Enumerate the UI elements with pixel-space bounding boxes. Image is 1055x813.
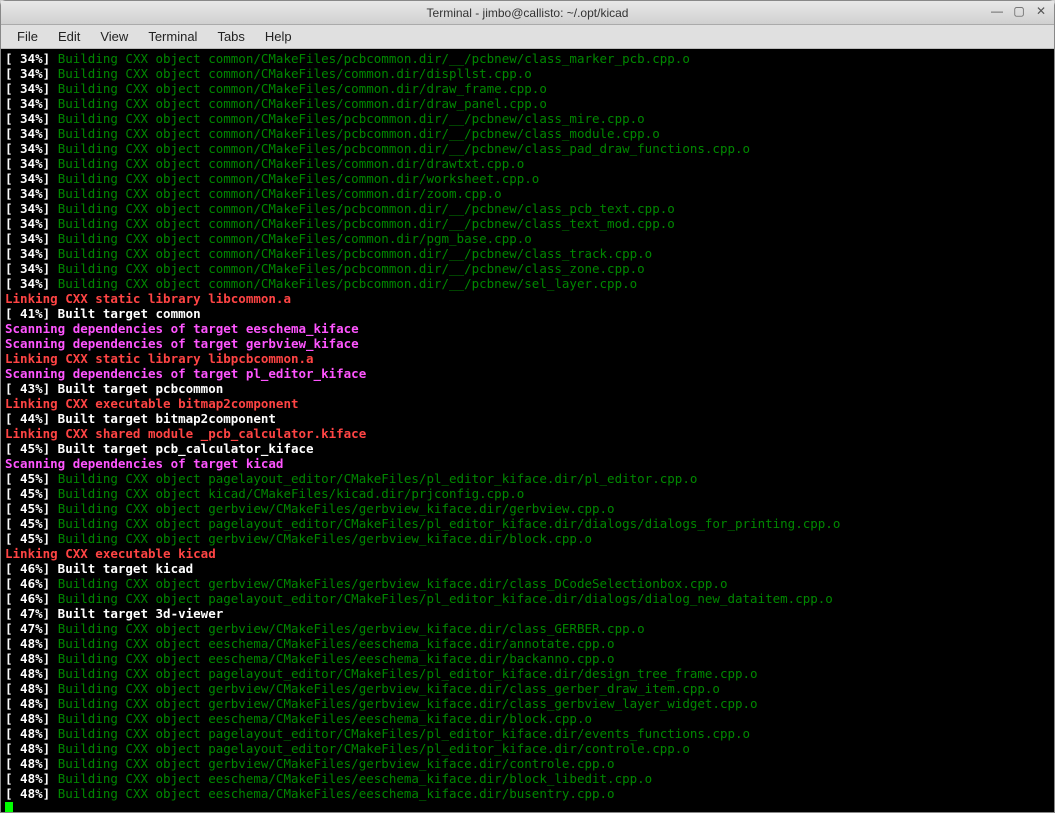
terminal-line: [ 45%] Built target pcb_calculator_kifac… [5, 441, 1050, 456]
terminal-line: [ 48%] Building CXX object gerbview/CMak… [5, 756, 1050, 771]
window-controls: — ▢ ✕ [990, 4, 1048, 18]
terminal-line: [ 48%] Building CXX object gerbview/CMak… [5, 696, 1050, 711]
menu-edit[interactable]: Edit [48, 26, 90, 47]
terminal-line: Linking CXX shared module _pcb_calculato… [5, 426, 1050, 441]
terminal-line: [ 48%] Building CXX object gerbview/CMak… [5, 681, 1050, 696]
titlebar[interactable]: Terminal - jimbo@callisto: ~/.opt/kicad … [1, 1, 1054, 25]
terminal-line: Linking CXX executable kicad [5, 546, 1050, 561]
menu-terminal[interactable]: Terminal [138, 26, 207, 47]
terminal-line: [ 44%] Built target bitmap2component [5, 411, 1050, 426]
terminal-line: [ 45%] Building CXX object gerbview/CMak… [5, 501, 1050, 516]
terminal-line: [ 34%] Building CXX object common/CMakeF… [5, 66, 1050, 81]
terminal-line: [ 46%] Building CXX object pagelayout_ed… [5, 591, 1050, 606]
terminal-line: Linking CXX executable bitmap2component [5, 396, 1050, 411]
maximize-icon[interactable]: ▢ [1012, 4, 1026, 18]
terminal-line: [ 48%] Building CXX object pagelayout_ed… [5, 726, 1050, 741]
terminal-line: [ 41%] Built target common [5, 306, 1050, 321]
terminal-line: Linking CXX static library libcommon.a [5, 291, 1050, 306]
terminal-line: [ 34%] Building CXX object common/CMakeF… [5, 51, 1050, 66]
terminal-line: Scanning dependencies of target eeschema… [5, 321, 1050, 336]
terminal-line: [ 34%] Building CXX object common/CMakeF… [5, 261, 1050, 276]
terminal-line: [ 34%] Building CXX object common/CMakeF… [5, 276, 1050, 291]
terminal-line: Linking CXX static library libpcbcommon.… [5, 351, 1050, 366]
cursor-icon [5, 802, 13, 812]
terminal-line: [ 48%] Building CXX object eeschema/CMak… [5, 771, 1050, 786]
menu-help[interactable]: Help [255, 26, 302, 47]
terminal-line: [ 48%] Building CXX object pagelayout_ed… [5, 666, 1050, 681]
terminal-line: [ 45%] Building CXX object kicad/CMakeFi… [5, 486, 1050, 501]
terminal-line: [ 34%] Building CXX object common/CMakeF… [5, 81, 1050, 96]
terminal-line: [ 34%] Building CXX object common/CMakeF… [5, 186, 1050, 201]
terminal-line: [ 45%] Building CXX object gerbview/CMak… [5, 531, 1050, 546]
terminal-line: [ 47%] Built target 3d-viewer [5, 606, 1050, 621]
menu-tabs[interactable]: Tabs [207, 26, 254, 47]
terminal-line: [ 48%] Building CXX object pagelayout_ed… [5, 741, 1050, 756]
window-title: Terminal - jimbo@callisto: ~/.opt/kicad [427, 6, 629, 20]
terminal-line: [ 34%] Building CXX object common/CMakeF… [5, 156, 1050, 171]
terminal-line: [ 34%] Building CXX object common/CMakeF… [5, 216, 1050, 231]
terminal-line: [ 46%] Building CXX object gerbview/CMak… [5, 576, 1050, 591]
terminal-line: [ 47%] Building CXX object gerbview/CMak… [5, 621, 1050, 636]
terminal-line: Scanning dependencies of target kicad [5, 456, 1050, 471]
terminal-line: [ 34%] Building CXX object common/CMakeF… [5, 111, 1050, 126]
terminal-line: [ 48%] Building CXX object eeschema/CMak… [5, 711, 1050, 726]
terminal-cursor-line [5, 801, 1050, 812]
terminal-line: [ 45%] Building CXX object pagelayout_ed… [5, 516, 1050, 531]
terminal-line: [ 45%] Building CXX object pagelayout_ed… [5, 471, 1050, 486]
menubar: File Edit View Terminal Tabs Help [1, 25, 1054, 49]
terminal-line: [ 34%] Building CXX object common/CMakeF… [5, 231, 1050, 246]
terminal-line: [ 34%] Building CXX object common/CMakeF… [5, 171, 1050, 186]
terminal-line: [ 34%] Building CXX object common/CMakeF… [5, 201, 1050, 216]
terminal-line: [ 34%] Building CXX object common/CMakeF… [5, 126, 1050, 141]
terminal-line: [ 46%] Built target kicad [5, 561, 1050, 576]
terminal-line: [ 34%] Building CXX object common/CMakeF… [5, 96, 1050, 111]
terminal-line: Scanning dependencies of target pl_edito… [5, 366, 1050, 381]
minimize-icon[interactable]: — [990, 4, 1004, 18]
close-icon[interactable]: ✕ [1034, 4, 1048, 18]
terminal-line: [ 34%] Building CXX object common/CMakeF… [5, 141, 1050, 156]
terminal-line: [ 43%] Built target pcbcommon [5, 381, 1050, 396]
terminal-output[interactable]: [ 34%] Building CXX object common/CMakeF… [1, 49, 1054, 812]
terminal-line: [ 48%] Building CXX object eeschema/CMak… [5, 786, 1050, 801]
terminal-line: [ 34%] Building CXX object common/CMakeF… [5, 246, 1050, 261]
terminal-line: [ 48%] Building CXX object eeschema/CMak… [5, 636, 1050, 651]
terminal-line: Scanning dependencies of target gerbview… [5, 336, 1050, 351]
terminal-line: [ 48%] Building CXX object eeschema/CMak… [5, 651, 1050, 666]
menu-view[interactable]: View [90, 26, 138, 47]
menu-file[interactable]: File [7, 26, 48, 47]
